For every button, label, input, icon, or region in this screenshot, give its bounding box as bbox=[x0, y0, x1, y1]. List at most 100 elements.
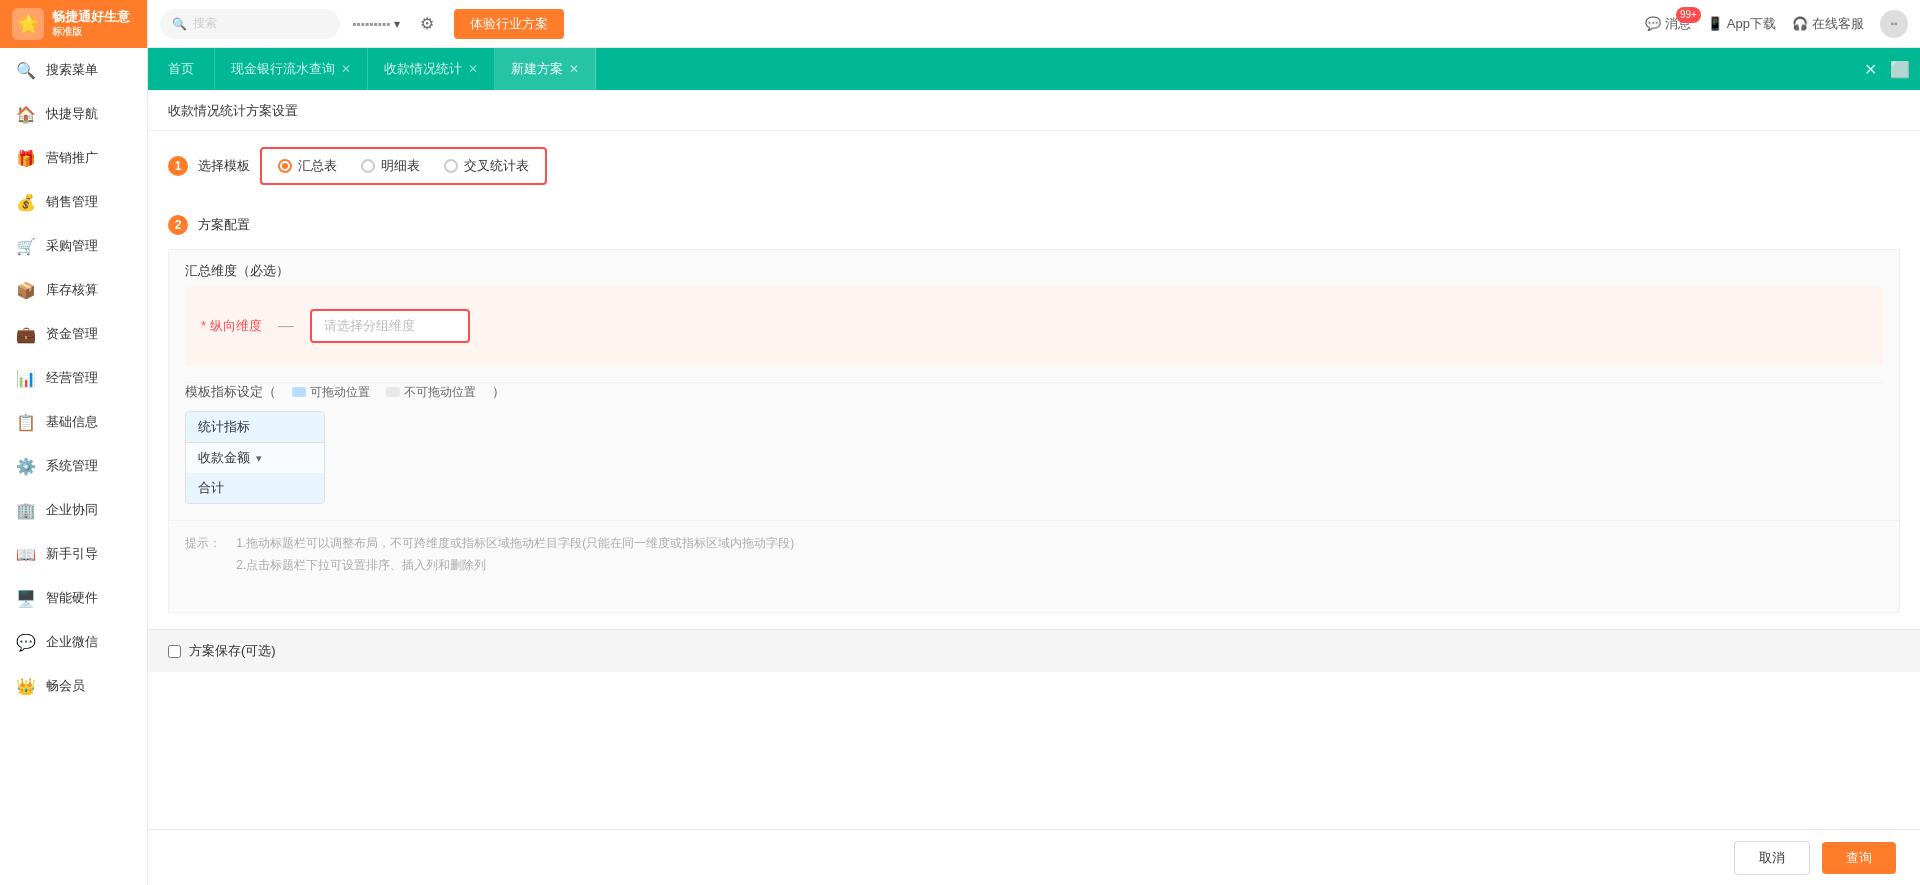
action-bar: 取消 查询 bbox=[148, 829, 1920, 885]
sidebar-item-inventory[interactable]: 📦 库存核算 bbox=[0, 268, 147, 312]
online-service-button[interactable]: 🎧 在线客服 bbox=[1792, 15, 1864, 33]
stats-indicator-label: 统计指标 bbox=[198, 419, 250, 434]
new-plan-tab-label: 新建方案 bbox=[511, 60, 563, 78]
step2-title: 方案配置 bbox=[198, 216, 250, 234]
close-icon[interactable]: ✕ bbox=[341, 62, 351, 76]
app-download-label: App下载 bbox=[1727, 15, 1776, 33]
chart-icon: 📊 bbox=[16, 369, 36, 388]
close-icon[interactable]: ✕ bbox=[468, 62, 478, 76]
config-panel: 汇总维度（必选） * 纵向维度 — 请选择分组维度 bbox=[168, 249, 1900, 613]
close-tab-button[interactable]: ✕ bbox=[1858, 57, 1882, 81]
sidebar-item-label: 资金管理 bbox=[46, 325, 98, 343]
page-footer: 方案保存(可选) bbox=[148, 629, 1920, 672]
tab-cash-flow[interactable]: 现金银行流水查询 ✕ bbox=[215, 48, 368, 90]
user-avatar[interactable]: ▪▪ bbox=[1880, 10, 1908, 38]
tip-prefix: 提示： bbox=[185, 536, 233, 550]
monitor-icon: 🖥️ bbox=[16, 589, 36, 608]
radio-cross[interactable]: 交叉统计表 bbox=[444, 157, 529, 175]
sidebar-logo: 🌟 畅捷通好生意 标准版 bbox=[0, 0, 147, 48]
sidebar-item-label: 营销推广 bbox=[46, 149, 98, 167]
sidebar-item-label: 智能硬件 bbox=[46, 589, 98, 607]
sidebar-item-guide[interactable]: 📖 新手引导 bbox=[0, 532, 147, 576]
sidebar-item-wechat[interactable]: 💬 企业微信 bbox=[0, 620, 147, 664]
topbar-search[interactable]: 🔍 搜索 bbox=[160, 9, 340, 39]
indicator-table: 统计指标 收款金额 ▾ 合计 bbox=[185, 411, 325, 504]
sidebar-item-purchase[interactable]: 🛒 采购管理 bbox=[0, 224, 147, 268]
app-download-button[interactable]: 📱 App下载 bbox=[1707, 15, 1776, 33]
save-checkbox[interactable] bbox=[168, 645, 181, 658]
non-draggable-dot bbox=[386, 387, 400, 397]
indicator-header: 模板指标设定（ 可拖动位置 不可拖动位置 ） bbox=[185, 383, 1883, 401]
notification-button[interactable]: 💬 消息 99+ bbox=[1645, 15, 1691, 33]
step1-section: 1 选择模板 汇总表 明细表 交叉统计表 bbox=[148, 131, 1920, 215]
tab-collection-stat[interactable]: 收款情况统计 ✕ bbox=[368, 48, 495, 90]
amount-label: 收款金额 bbox=[198, 449, 250, 467]
radio-circle-detail bbox=[361, 159, 375, 173]
draggable-dot bbox=[292, 387, 306, 397]
sidebar-item-label: 采购管理 bbox=[46, 237, 98, 255]
settings-button[interactable]: ⚙ bbox=[412, 9, 442, 39]
tip-text-2: 2.点击标题栏下拉可设置排序、插入列和删除列 bbox=[236, 558, 486, 572]
page-content: 收款情况统计方案设置 1 选择模板 汇总表 明细表 bbox=[148, 90, 1920, 829]
sidebar-item-finance[interactable]: 💼 资金管理 bbox=[0, 312, 147, 356]
indicator-table-row-total: 合计 bbox=[186, 473, 324, 503]
step2-label: 2 方案配置 bbox=[168, 215, 1900, 235]
save-label: 方案保存(可选) bbox=[189, 642, 276, 660]
draggable-label: 可拖动位置 bbox=[310, 384, 370, 401]
search-icon: 🔍 bbox=[16, 61, 36, 80]
content-area: 收款情况统计方案设置 1 选择模板 汇总表 明细表 bbox=[148, 90, 1920, 829]
sidebar-item-label: 企业协同 bbox=[46, 501, 98, 519]
legend-non-draggable: 不可拖动位置 bbox=[386, 384, 476, 401]
page-title: 收款情况统计方案设置 bbox=[168, 103, 298, 118]
sidebar-item-search[interactable]: 🔍 搜索菜单 bbox=[0, 48, 147, 92]
tab-new-plan[interactable]: 新建方案 ✕ bbox=[495, 48, 596, 90]
search-icon: 🔍 bbox=[172, 17, 187, 31]
online-service-label: 在线客服 bbox=[1812, 15, 1864, 33]
radio-summary[interactable]: 汇总表 bbox=[278, 157, 337, 175]
non-draggable-label: 不可拖动位置 bbox=[404, 384, 476, 401]
logo-badge: 标准版 bbox=[52, 25, 130, 39]
sidebar-item-marketing[interactable]: 🎁 营销推广 bbox=[0, 136, 147, 180]
dropdown-icon: ▾ bbox=[256, 452, 262, 465]
cancel-button[interactable]: 取消 bbox=[1734, 841, 1810, 875]
sidebar-item-enterprise[interactable]: 🏢 企业协同 bbox=[0, 488, 147, 532]
sidebar-item-member[interactable]: 👑 畅会员 bbox=[0, 664, 147, 708]
collection-stat-tab-label: 收款情况统计 bbox=[384, 60, 462, 78]
building-icon: 🏢 bbox=[16, 501, 36, 520]
template-options: 汇总表 明细表 交叉统计表 bbox=[260, 147, 547, 185]
tips-section: 提示： 1.拖动标题栏可以调整布局，不可跨维度或指标区域拖动栏目字段(只能在同一… bbox=[169, 520, 1899, 596]
indicator-table-row-amount[interactable]: 收款金额 ▾ bbox=[186, 443, 324, 473]
tab-home[interactable]: 首页 bbox=[148, 48, 215, 90]
step1-label: 1 选择模板 汇总表 明细表 交叉统计表 bbox=[168, 147, 1900, 185]
radio-detail[interactable]: 明细表 bbox=[361, 157, 420, 175]
step1-title: 选择模板 bbox=[198, 157, 250, 175]
sidebar-item-label: 经营管理 bbox=[46, 369, 98, 387]
book-icon: 📖 bbox=[16, 545, 36, 564]
sidebar-item-label: 快捷导航 bbox=[46, 105, 98, 123]
query-button[interactable]: 查询 bbox=[1822, 842, 1896, 874]
money-icon: 💰 bbox=[16, 193, 36, 212]
topbar-dropdown[interactable]: ▪▪▪▪▪▪▪▪▪ ▾ bbox=[352, 17, 400, 31]
dimension-area: * 纵向维度 — 请选择分组维度 bbox=[185, 286, 1883, 366]
topbar-right: 💬 消息 99+ 📱 App下载 🎧 在线客服 ▪▪ bbox=[1645, 10, 1908, 38]
dropdown-text: ▪▪▪▪▪▪▪▪▪ bbox=[352, 17, 390, 31]
sidebar: 🌟 畅捷通好生意 标准版 🔍 搜索菜单 🏠 快捷导航 🎁 营销推广 💰 销售管理… bbox=[0, 0, 148, 885]
tip-prefix2 bbox=[185, 558, 233, 572]
sidebar-item-label: 基础信息 bbox=[46, 413, 98, 431]
sidebar-item-label: 搜索菜单 bbox=[46, 61, 98, 79]
sidebar-item-hardware[interactable]: 🖥️ 智能硬件 bbox=[0, 576, 147, 620]
trial-button[interactable]: 体验行业方案 bbox=[454, 9, 564, 39]
sidebar-item-quick-nav[interactable]: 🏠 快捷导航 bbox=[0, 92, 147, 136]
sidebar-item-operation[interactable]: 📊 经营管理 bbox=[0, 356, 147, 400]
dimension-header: 汇总维度（必选） bbox=[169, 250, 1899, 286]
sidebar-item-system[interactable]: ⚙️ 系统管理 bbox=[0, 444, 147, 488]
maximize-button[interactable]: ⬜ bbox=[1888, 57, 1912, 81]
sidebar-item-sales[interactable]: 💰 销售管理 bbox=[0, 180, 147, 224]
clipboard-icon: 📋 bbox=[16, 413, 36, 432]
indicator-table-area: 统计指标 收款金额 ▾ 合计 bbox=[185, 411, 1883, 504]
close-icon[interactable]: ✕ bbox=[569, 62, 579, 76]
sidebar-item-base-info[interactable]: 📋 基础信息 bbox=[0, 400, 147, 444]
home-icon: 🏠 bbox=[16, 105, 36, 124]
dim-select-box[interactable]: 请选择分组维度 bbox=[310, 309, 470, 343]
box-icon: 📦 bbox=[16, 281, 36, 300]
